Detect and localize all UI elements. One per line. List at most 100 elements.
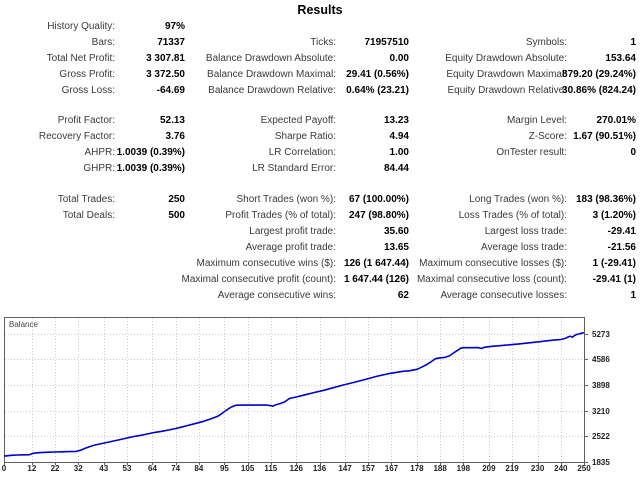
result-value: 71337: [157, 36, 185, 50]
result-value: 52.13: [160, 114, 185, 128]
result-value: 126 (1 647.44): [344, 257, 409, 271]
y-axis-tick: 3210: [592, 407, 610, 416]
result-value: 97%: [165, 20, 185, 34]
result-value: 270.01%: [597, 114, 636, 128]
result-value: 30.86% (824.24): [562, 84, 636, 98]
result-label: Balance Drawdown Maximal:: [207, 68, 336, 82]
x-axis-tick: 209: [482, 464, 495, 473]
result-label: GHPR:: [83, 162, 115, 176]
x-axis-tick: 84: [194, 464, 203, 473]
y-axis-tick: 4586: [592, 355, 610, 364]
result-label: Long Trades (won %):: [469, 193, 567, 207]
result-value: 29.41 (0.56%): [346, 68, 409, 82]
x-axis-tick: 157: [362, 464, 375, 473]
result-value: 3 (1.20%): [593, 209, 636, 223]
result-label: Sharpe Ratio:: [275, 130, 336, 144]
series-label: Balance: [9, 320, 38, 329]
result-row: AHPR:1.0039 (0.39%)LR Correlation:1.00On…: [0, 145, 640, 161]
result-value: 0: [630, 146, 636, 160]
result-label: Gross Loss:: [62, 84, 115, 98]
result-row: GHPR:1.0039 (0.39%)LR Standard Error:84.…: [0, 161, 640, 177]
result-row: Gross Profit:3 372.50Balance Drawdown Ma…: [0, 67, 640, 83]
result-label: LR Correlation:: [269, 146, 336, 160]
result-label: Symbols:: [526, 36, 567, 50]
result-value: 1 (-29.41): [593, 257, 636, 271]
result-value: 3.76: [166, 130, 185, 144]
result-label: Total Net Profit:: [47, 52, 115, 66]
result-value: 250: [168, 193, 185, 207]
result-label: Ticks:: [310, 36, 336, 50]
result-label: Z-Score:: [529, 130, 567, 144]
result-row: Recovery Factor:3.76Sharpe Ratio:4.94Z-S…: [0, 129, 640, 145]
result-row: Total Deals:500Profit Trades (% of total…: [0, 208, 640, 224]
x-axis-tick: 32: [74, 464, 83, 473]
y-axis-tick: 3898: [592, 381, 610, 390]
result-value: 1.00: [390, 146, 409, 160]
x-axis-tick: 230: [531, 464, 544, 473]
result-label: Largest loss trade:: [485, 225, 567, 239]
x-axis-tick: 198: [457, 464, 470, 473]
result-row: Maximal consecutive profit (count): 1 647…: [0, 272, 640, 288]
result-label: OnTester result:: [496, 146, 567, 160]
balance-line: [4, 333, 584, 456]
x-axis-tick: 105: [241, 464, 254, 473]
result-label: Maximal consecutive profit (count):: [181, 273, 336, 287]
y-axis-tick: 1835: [592, 458, 610, 467]
x-axis-tick: 53: [123, 464, 132, 473]
x-axis-tick: 12: [27, 464, 36, 473]
result-value: 13.23: [384, 114, 409, 128]
x-axis-tick: 219: [505, 464, 518, 473]
result-value: 4.94: [390, 130, 409, 144]
balance-chart: Balance 01222324353647484951051151261361…: [0, 317, 640, 477]
result-label: Bars:: [92, 36, 115, 50]
result-row: Bars: 71337 Ticks: 71957510 Symbols: 1: [0, 35, 640, 51]
result-row: Total Trades:250Short Trades (won %):67 …: [0, 192, 640, 208]
result-value: 0.00: [390, 52, 409, 66]
x-axis-tick: 22: [51, 464, 60, 473]
result-value: 1 647.44 (126): [344, 273, 409, 287]
result-label: Equity Drawdown Maximal:: [446, 68, 567, 82]
result-label: Maximum consecutive wins ($):: [197, 257, 336, 271]
x-axis-tick: 147: [338, 464, 351, 473]
x-axis-tick: 178: [410, 464, 423, 473]
x-axis-tick: 115: [264, 464, 277, 473]
result-label: Short Trades (won %):: [237, 193, 336, 207]
result-label: LR Standard Error:: [252, 162, 336, 176]
x-axis-tick: 0: [2, 464, 6, 473]
results-section-2: Profit Factor:52.13Expected Payoff:13.23…: [0, 113, 640, 177]
result-value: 67 (100.00%): [349, 193, 409, 207]
x-axis-tick: 95: [220, 464, 229, 473]
result-value: 35.60: [384, 225, 409, 239]
result-value: 879.20 (29.24%): [562, 68, 636, 82]
result-label: Equity Drawdown Relative:: [448, 84, 568, 98]
result-label: Average loss trade:: [481, 241, 567, 255]
x-axis-tick: 240: [554, 464, 567, 473]
result-value: -29.41 (1): [593, 273, 636, 287]
result-value: 1.0039 (0.39%): [117, 146, 185, 160]
result-label: Gross Profit:: [59, 68, 115, 82]
result-label: Profit Factor:: [58, 114, 115, 128]
result-label: Maximal consecutive loss (count):: [417, 273, 567, 287]
results-section-1: History Quality: 97% Bars: 71337 Ticks: 71957…: [0, 19, 640, 99]
result-label: Margin Level:: [507, 114, 567, 128]
x-axis-tick: 74: [171, 464, 180, 473]
result-value: -29.41: [608, 225, 636, 239]
x-axis-tick: 43: [99, 464, 108, 473]
result-row: Total Net Profit:3 307.81Balance Drawdow…: [0, 51, 640, 67]
result-value: 71957510: [365, 36, 410, 50]
result-row: Maximum consecutive wins ($): 126 (1 647.…: [0, 256, 640, 272]
result-label: History Quality:: [47, 20, 115, 34]
result-label: Average profit trade:: [246, 241, 336, 255]
result-value: 1: [630, 36, 636, 50]
x-axis-tick: 136: [313, 464, 326, 473]
result-label: Average consecutive wins:: [218, 289, 336, 303]
result-label: Largest profit trade:: [249, 225, 336, 239]
plot-frame: [5, 318, 585, 463]
result-row: Largest profit trade: 35.60 Largest loss t…: [0, 224, 640, 240]
y-axis-tick: 2522: [592, 432, 610, 441]
result-label: Loss Trades (% of total):: [459, 209, 567, 223]
result-value: -21.56: [608, 241, 636, 255]
result-value: 1.67 (90.51%): [573, 130, 636, 144]
result-value: 247 (98.80%): [349, 209, 409, 223]
y-axis-tick: 5273: [592, 330, 610, 339]
